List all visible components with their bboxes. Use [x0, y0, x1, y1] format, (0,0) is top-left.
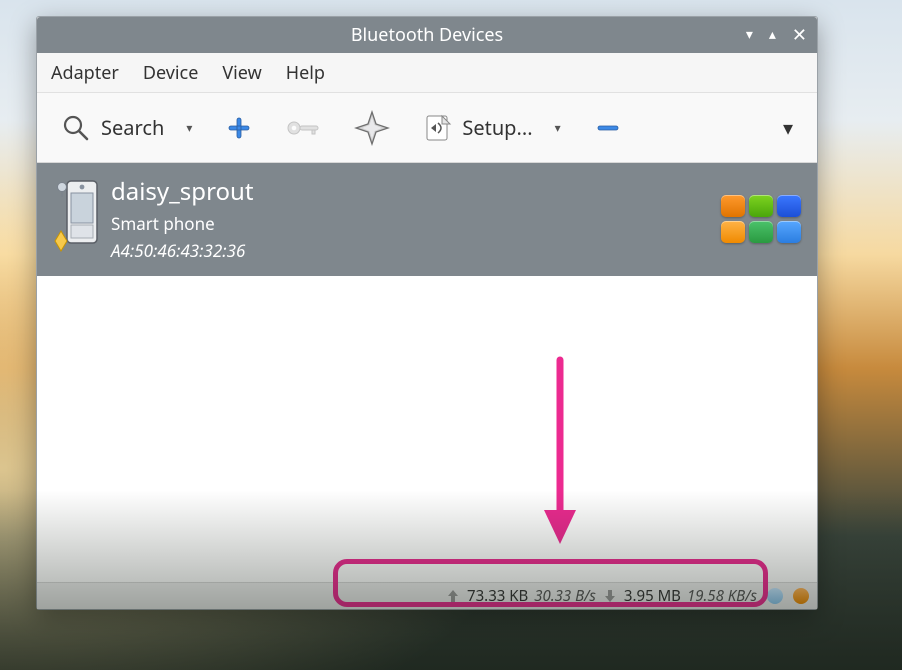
upload-icon	[445, 588, 461, 604]
status-dot-icon	[793, 588, 809, 604]
menubar: Adapter Device View Help	[37, 53, 817, 93]
send-file-icon	[424, 113, 452, 143]
menu-adapter[interactable]: Adapter	[51, 61, 119, 85]
service-badge[interactable]	[749, 221, 773, 243]
device-row[interactable]: daisy_sprout Smart phone A4:50:46:43:32:…	[37, 163, 817, 276]
service-badges	[721, 195, 801, 243]
service-badge[interactable]	[749, 195, 773, 217]
device-type-label: Smart phone	[111, 212, 703, 235]
shade-down-button[interactable]: ▾	[746, 28, 753, 42]
service-badge[interactable]	[777, 221, 801, 243]
menu-view[interactable]: View	[222, 61, 261, 85]
minus-icon	[595, 115, 621, 141]
service-badge[interactable]	[721, 195, 745, 217]
close-button[interactable]: ✕	[792, 26, 807, 44]
download-rate-label: 19.58 KB/s	[687, 586, 757, 606]
star-icon	[354, 110, 390, 146]
device-name-label: daisy_sprout	[111, 175, 703, 208]
upload-total-label: 73.33 KB	[467, 586, 528, 606]
remove-device-button[interactable]	[589, 111, 627, 145]
service-badge[interactable]	[721, 221, 745, 243]
titlebar: Bluetooth Devices ▾ ▴ ✕	[37, 17, 817, 53]
shade-up-button[interactable]: ▴	[769, 28, 776, 42]
setup-button[interactable]: Setup...	[418, 109, 566, 147]
plus-icon	[226, 115, 252, 141]
pair-key-button[interactable]	[280, 114, 326, 142]
phone-icon	[51, 175, 93, 253]
menu-help[interactable]: Help	[286, 61, 325, 85]
statusbar: 73.33 KB 30.33 B/s 3.95 MB 19.58 KB/s	[37, 583, 817, 609]
search-icon	[61, 113, 91, 143]
search-button[interactable]: Search	[55, 109, 198, 147]
download-total-label: 3.95 MB	[624, 586, 681, 606]
device-mac-label: A4:50:46:43:32:36	[111, 239, 703, 262]
annotation-highlight-box	[333, 559, 768, 607]
download-icon	[602, 588, 618, 604]
window-title: Bluetooth Devices	[351, 23, 503, 47]
service-badge[interactable]	[777, 195, 801, 217]
status-dot-icon	[767, 588, 783, 604]
add-device-button[interactable]	[220, 111, 258, 145]
menu-device[interactable]: Device	[143, 61, 199, 85]
trust-star-button[interactable]	[348, 106, 396, 150]
setup-label: Setup...	[462, 114, 532, 141]
overflow-button[interactable]: ▾	[777, 110, 799, 145]
search-label: Search	[101, 114, 164, 141]
toolbar: Search Setup...	[37, 93, 817, 163]
key-icon	[286, 118, 320, 138]
upload-rate-label: 30.33 B/s	[534, 586, 596, 606]
device-list: daisy_sprout Smart phone A4:50:46:43:32:…	[37, 163, 817, 583]
bluetooth-devices-window: Bluetooth Devices ▾ ▴ ✕ Adapter Device V…	[36, 16, 818, 610]
